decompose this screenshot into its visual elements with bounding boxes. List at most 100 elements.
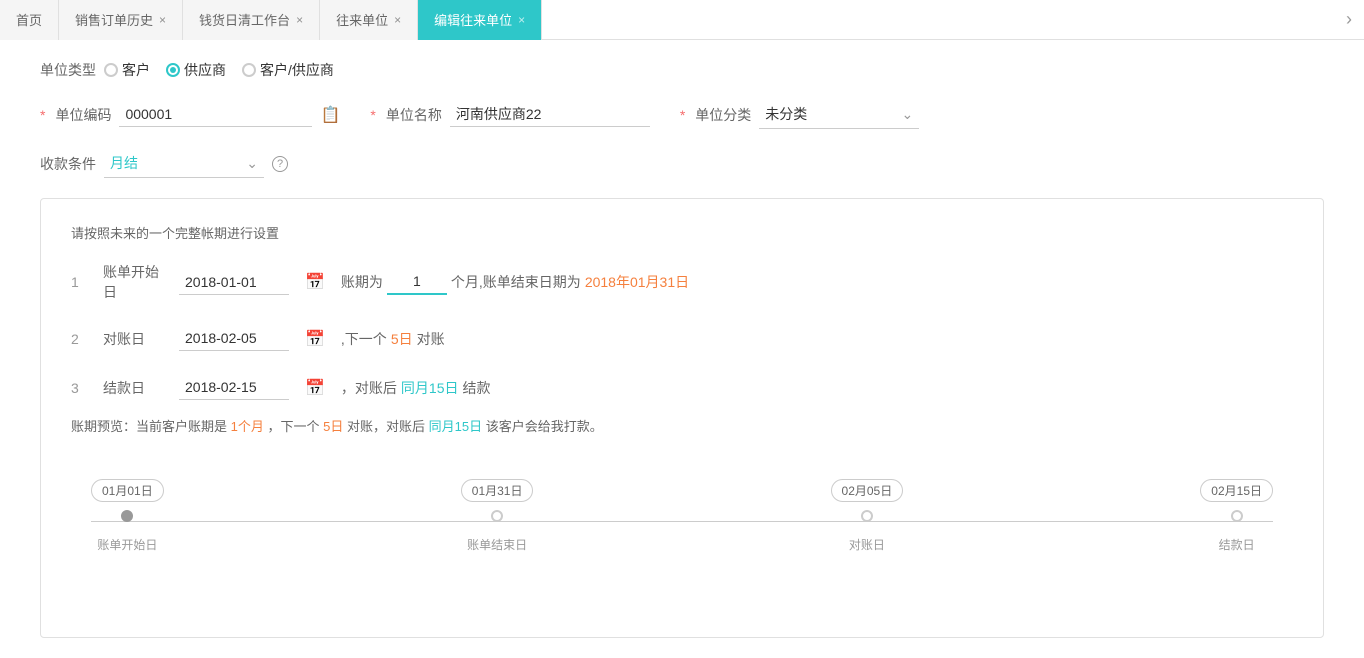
period-label-1: 账单开始日	[103, 262, 163, 302]
timeline-point-2: 01月31日 账单结束日	[461, 479, 534, 553]
timeline-badge-4: 02月15日	[1200, 479, 1273, 502]
tab-home-label: 首页	[16, 10, 42, 29]
preview-label: 账期预览：当前客户账期是	[71, 419, 227, 434]
tabs-bar: 首页 销售订单历史 × 钱货日清工作台 × 往来单位 × 编辑往来单位 × ›	[0, 0, 1364, 40]
radio-customer-circle	[104, 63, 118, 77]
timeline-badge-2: 01月31日	[461, 479, 534, 502]
unit-category-value: 未分类	[765, 104, 893, 124]
period-row-2: 2 对账日 📅 ,下一个 5日 对账	[71, 326, 1293, 351]
payment-condition-dropdown-icon: ⌄	[246, 155, 258, 172]
period-desc-2: ,下一个 5日 对账	[341, 329, 445, 349]
period-desc-1: 账期为 个月,账单结束日期为 2018年01月31日	[341, 269, 689, 295]
calendar-icon-3[interactable]: 📅	[305, 378, 325, 398]
unit-code-input[interactable]	[119, 102, 312, 127]
unit-name-label: 单位名称	[386, 105, 442, 125]
timeline-point-3: 02月05日 对账日	[831, 479, 904, 553]
preview-text: 账期预览：当前客户账期是 1个月 ，下一个 5日 对账，对账后 同月15日 该客…	[71, 416, 1293, 435]
tab-counterpart[interactable]: 往来单位 ×	[320, 0, 418, 40]
payment-condition-group: 收款条件 月结 ⌄ ?	[40, 149, 288, 178]
timeline-dot-2	[491, 510, 503, 522]
unit-type-label: 单位类型	[40, 60, 96, 80]
unit-name-group: * 单位名称	[370, 102, 649, 127]
calendar-icon-1[interactable]: 📅	[305, 272, 325, 292]
payment-condition-select[interactable]: 月结 ⌄	[104, 149, 264, 178]
period-desc-prefix-3: ，对账后	[341, 378, 397, 398]
timeline-label-3: 对账日	[849, 536, 885, 553]
period-desc-suffix-2: 对账	[417, 329, 445, 349]
tab-counterpart-label: 往来单位	[336, 10, 388, 29]
panel-title: 请按照未来的一个完整帐期进行设置	[71, 223, 1293, 242]
period-num-2: 2	[71, 331, 87, 347]
timeline-label-2: 账单结束日	[467, 536, 527, 553]
timeline-point-4: 02月15日 结款日	[1200, 479, 1273, 553]
unit-category-label: 单位分类	[695, 105, 751, 125]
preview-sep1: ，下一个	[268, 419, 320, 434]
unit-code-required: *	[40, 107, 45, 123]
tab-more-button[interactable]: ›	[1334, 0, 1364, 40]
timeline-dot-1	[121, 510, 133, 522]
radio-both[interactable]: 客户/供应商	[242, 60, 334, 80]
unit-info-row: * 单位编码 📋 * 单位名称 * 单位分类 未分类 ⌄	[40, 100, 1324, 129]
preview-sep2: 对账，对账后	[347, 419, 425, 434]
unit-category-dropdown-icon: ⌄	[902, 106, 914, 123]
tab-cash-work[interactable]: 钱货日清工作台 ×	[183, 0, 320, 40]
help-icon[interactable]: ?	[272, 156, 288, 172]
radio-supplier-label: 供应商	[184, 60, 226, 80]
timeline-dot-3	[861, 510, 873, 522]
timeline-dots: 01月01日 账单开始日 01月31日 账单结束日 02月05日 对账	[91, 479, 1273, 553]
timeline-point-1: 01月01日 账单开始日	[91, 479, 164, 553]
payment-condition-row: 收款条件 月结 ⌄ ?	[40, 149, 1324, 178]
period-row-3: 3 结款日 📅 ，对账后 同月15日 结款	[71, 375, 1293, 400]
main-content: 单位类型 客户 供应商 客户/供应商 * 单位编码	[0, 40, 1364, 658]
preview-part1: 1个月	[231, 419, 264, 434]
unit-category-group: * 单位分类 未分类 ⌄	[680, 100, 919, 129]
tab-sales-history-close[interactable]: ×	[159, 13, 166, 27]
period-desc-prefix-1: 账期为	[341, 272, 383, 292]
period-desc-suffix-3: 结款	[463, 378, 491, 398]
radio-supplier-circle	[166, 63, 180, 77]
period-num-3: 3	[71, 380, 87, 396]
radio-customer[interactable]: 客户	[104, 60, 150, 80]
period-date-input-1[interactable]	[179, 270, 289, 295]
tab-counterpart-close[interactable]: ×	[394, 13, 401, 27]
timeline-dot-4	[1231, 510, 1243, 522]
tab-cash-work-label: 钱货日清工作台	[199, 10, 290, 29]
radio-both-label: 客户/供应商	[260, 60, 334, 80]
period-date-input-2[interactable]	[179, 326, 289, 351]
radio-supplier[interactable]: 供应商	[166, 60, 226, 80]
timeline-badge-1: 01月01日	[91, 479, 164, 502]
preview-part3: 同月15日	[429, 419, 482, 434]
period-row-1: 1 账单开始日 📅 账期为 个月,账单结束日期为 2018年01月31日	[71, 262, 1293, 302]
payment-condition-label: 收款条件	[40, 154, 96, 174]
preview-section: 账期预览：当前客户账期是 1个月 ，下一个 5日 对账，对账后 同月15日 该客…	[71, 400, 1293, 613]
tab-home[interactable]: 首页	[0, 0, 59, 40]
unit-type-row: 单位类型 客户 供应商 客户/供应商	[40, 60, 1324, 80]
copy-icon[interactable]: 📋	[320, 105, 340, 125]
tab-cash-work-close[interactable]: ×	[296, 13, 303, 27]
period-label-2: 对账日	[103, 329, 163, 349]
tab-edit-counterpart-close[interactable]: ×	[518, 13, 525, 27]
tab-edit-counterpart-label: 编辑往来单位	[434, 10, 512, 29]
unit-category-select[interactable]: 未分类 ⌄	[759, 100, 919, 129]
months-input[interactable]	[387, 269, 447, 295]
payment-condition-value: 月结	[110, 153, 238, 173]
period-num-1: 1	[71, 274, 87, 290]
tab-edit-counterpart[interactable]: 编辑往来单位 ×	[418, 0, 542, 40]
unit-name-input[interactable]	[450, 102, 650, 127]
settings-panel: 请按照未来的一个完整帐期进行设置 1 账单开始日 📅 账期为 个月,账单结束日期…	[40, 198, 1324, 638]
timeline-badge-3: 02月05日	[831, 479, 904, 502]
preview-part2: 5日	[323, 419, 343, 434]
period-date-input-3[interactable]	[179, 375, 289, 400]
radio-both-circle	[242, 63, 256, 77]
calendar-icon-2[interactable]: 📅	[305, 329, 325, 349]
period-desc-suffix-1: 个月,账单结束日期为	[451, 272, 581, 292]
tab-sales-history[interactable]: 销售订单历史 ×	[59, 0, 183, 40]
period-desc-3: ，对账后 同月15日 结款	[341, 378, 491, 398]
unit-category-required: *	[680, 107, 685, 123]
unit-code-label: 单位编码	[55, 105, 111, 125]
preview-suffix: 该客户会给我打款。	[486, 419, 603, 434]
tab-sales-history-label: 销售订单历史	[75, 10, 153, 29]
period-highlight-2: 5日	[391, 329, 413, 349]
period-label-3: 结款日	[103, 378, 163, 398]
end-date-highlight: 2018年01月31日	[585, 272, 689, 292]
